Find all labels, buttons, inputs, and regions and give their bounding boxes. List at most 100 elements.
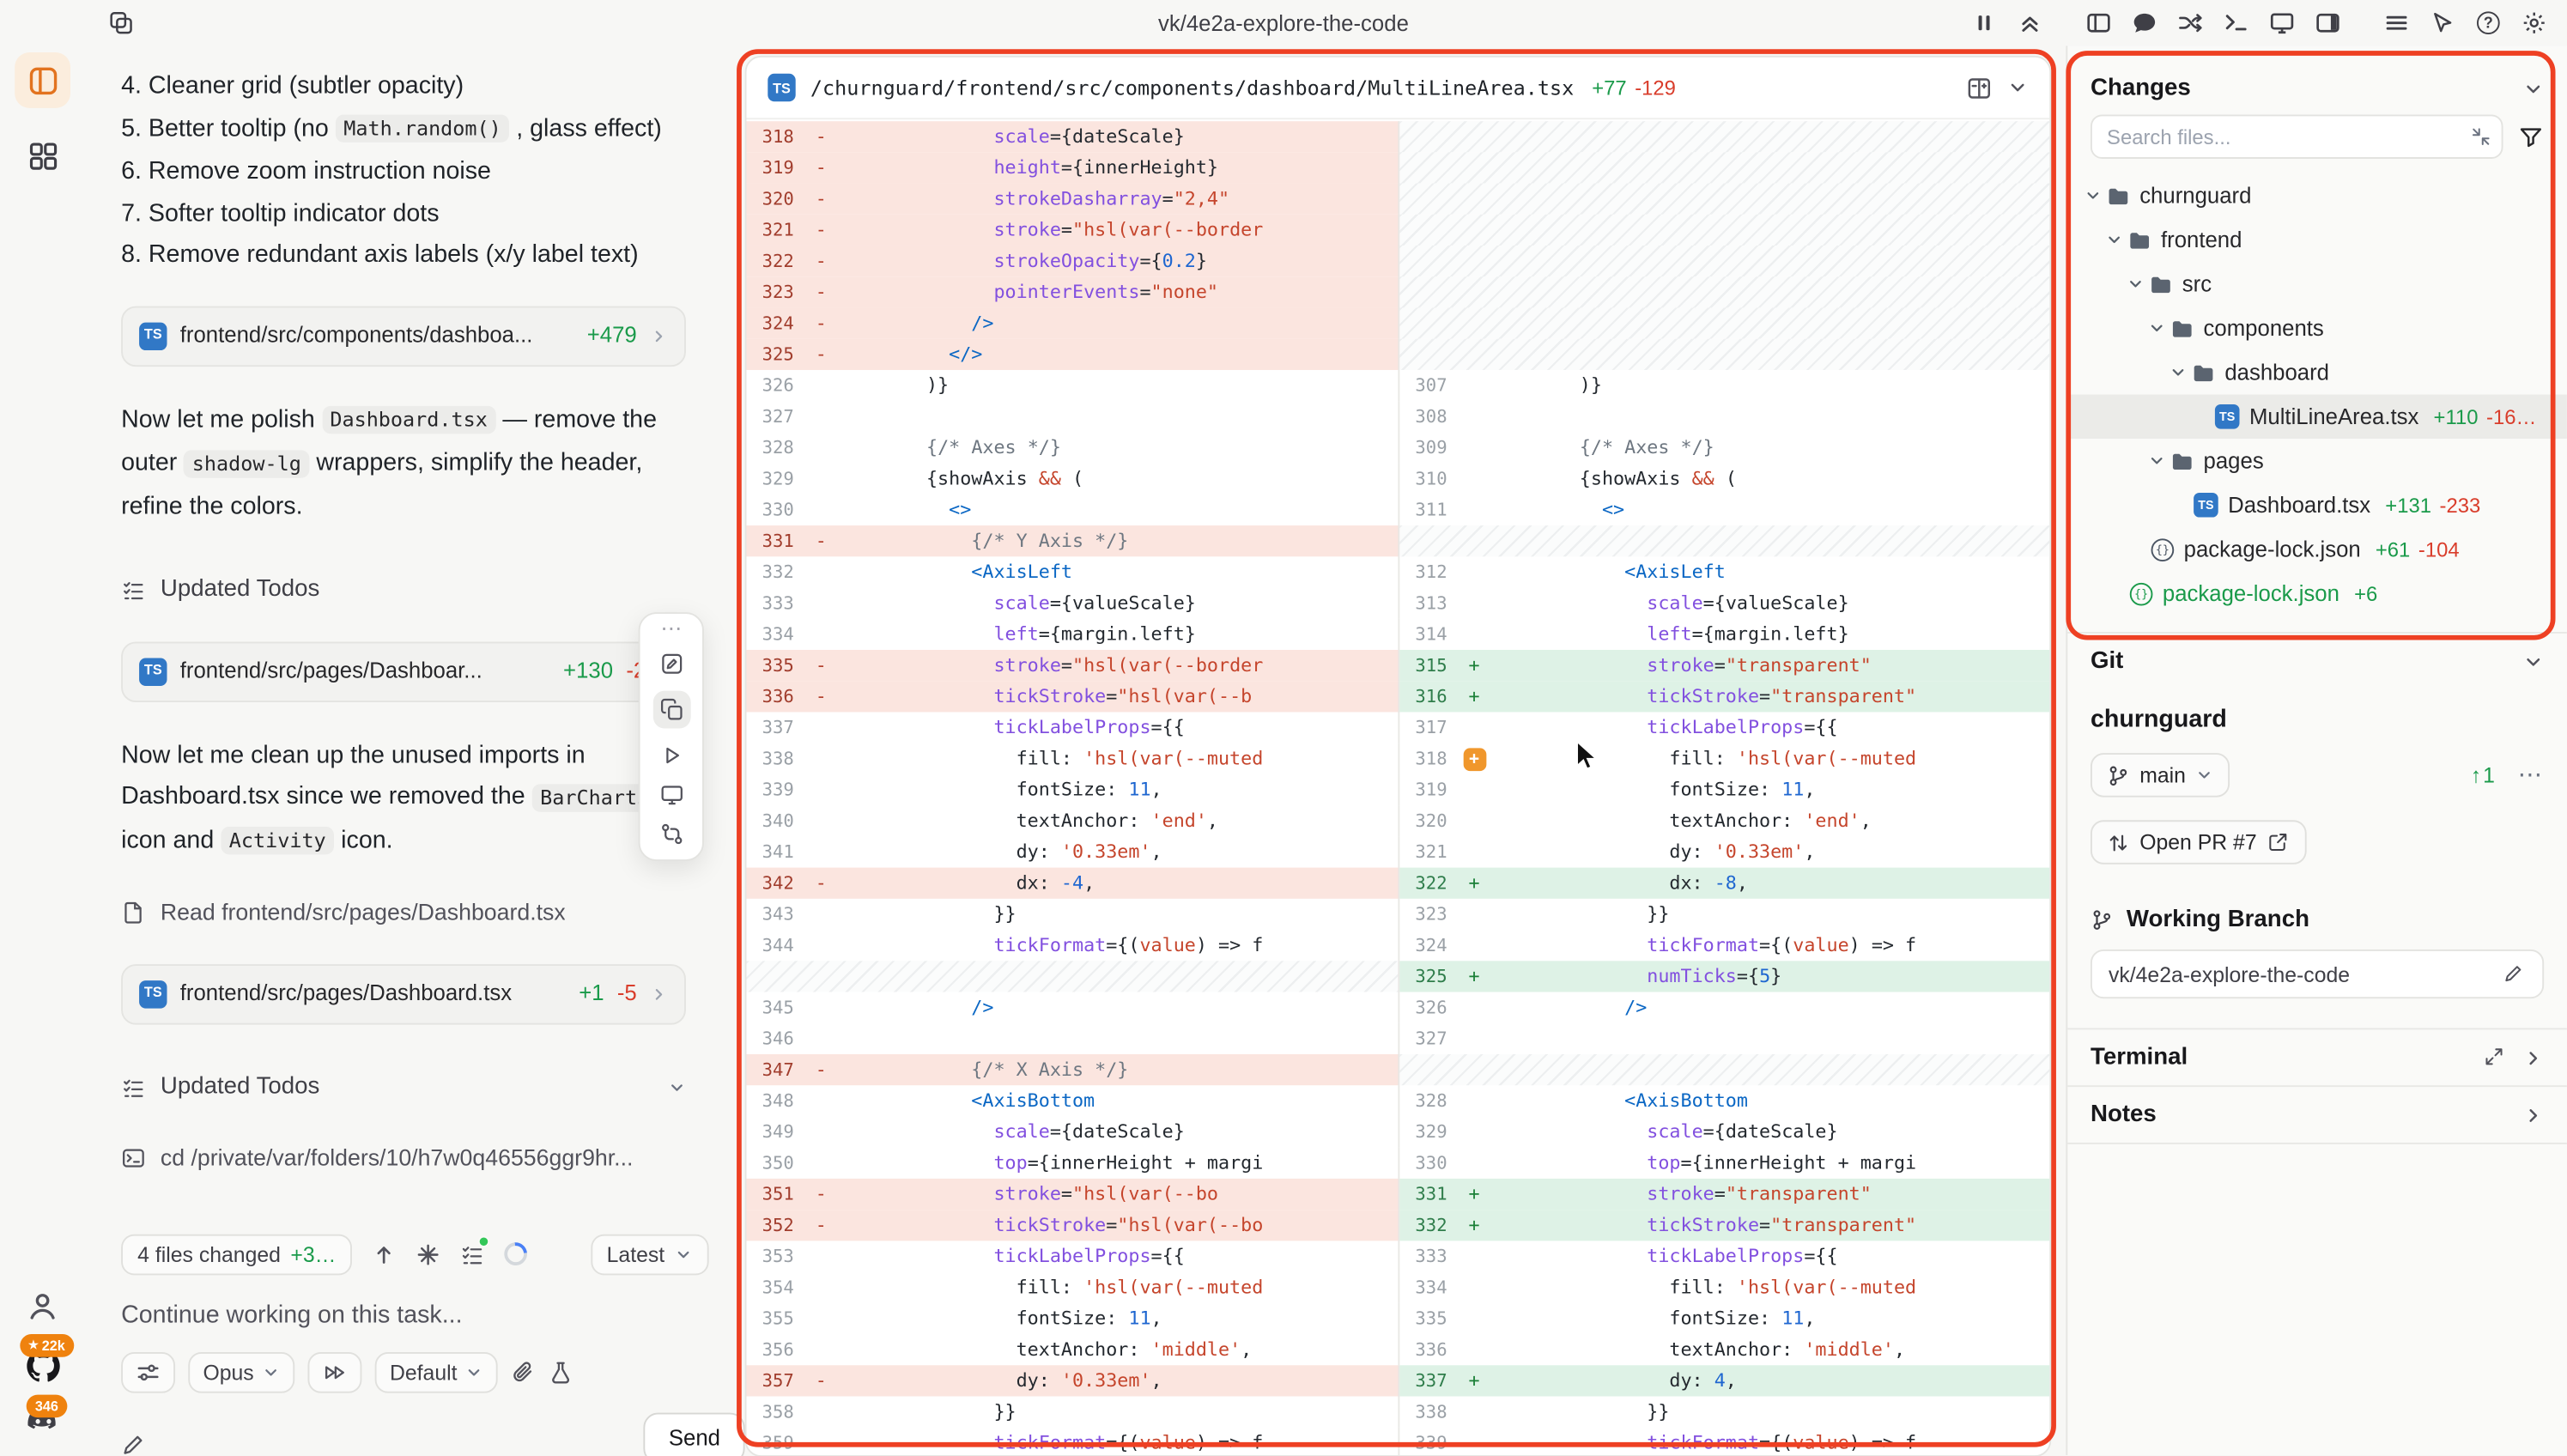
collapse-tree-icon[interactable]: [2470, 126, 2491, 148]
tree-folder-churnguard[interactable]: churnguard: [2067, 173, 2567, 217]
settings-gear-icon[interactable]: [2521, 9, 2547, 36]
tool-action-item[interactable]: cd /private/var/folders/10/h7w0q46556ggr…: [121, 1138, 686, 1180]
shuffle-icon[interactable]: [2177, 9, 2204, 36]
todos-status-icon[interactable]: [460, 1241, 485, 1266]
chevron-right-icon: [650, 326, 668, 344]
code-text: <AxisLeft: [836, 556, 1398, 587]
open-pr-button[interactable]: Open PR #7: [2091, 820, 2306, 864]
expand-icon[interactable]: [2484, 1046, 2507, 1069]
chevron-down-icon[interactable]: [2522, 78, 2544, 100]
discord-link[interactable]: 346: [26, 1410, 60, 1436]
terminal-icon[interactable]: [2223, 9, 2249, 36]
line-number: 321: [1399, 836, 1459, 867]
sparkle-icon[interactable]: [416, 1241, 441, 1266]
filter-funnel-icon[interactable]: [2518, 124, 2545, 150]
model-dropdown[interactable]: Opus: [188, 1352, 294, 1393]
fast-forward-button[interactable]: [308, 1352, 362, 1393]
git-compare-icon[interactable]: [658, 822, 683, 846]
help-icon[interactable]: ?: [2475, 9, 2502, 36]
split-diff-view-icon[interactable]: [1966, 75, 1993, 101]
pen-icon[interactable]: [121, 1432, 146, 1456]
pencil-edit-icon[interactable]: [2503, 962, 2526, 986]
experiments-flask-button[interactable]: [549, 1361, 573, 1386]
scroll-to-top-button[interactable]: [372, 1241, 397, 1266]
chevron-down-icon[interactable]: [2007, 77, 2029, 99]
search-files-input[interactable]: [2091, 114, 2503, 158]
tree-folder-pages[interactable]: pages: [2067, 439, 2567, 482]
tree-folder-frontend[interactable]: frontend: [2067, 218, 2567, 262]
display-icon[interactable]: [658, 782, 683, 807]
play-icon[interactable]: [658, 743, 683, 768]
panel-right-icon[interactable]: [2315, 9, 2341, 36]
diff-marker: [1459, 556, 1490, 587]
composer-input[interactable]: [121, 1301, 709, 1329]
tree-folder-src[interactable]: src: [2067, 262, 2567, 306]
pause-icon[interactable]: [1971, 9, 1998, 36]
diff-line: 325- </>: [747, 339, 1400, 370]
updated-todos-item[interactable]: Updated Todos: [121, 570, 686, 612]
more-options-icon[interactable]: ⋯: [2518, 767, 2545, 783]
diff-line: 315+ stroke="transparent": [1399, 650, 2049, 681]
code-text: dy: '0.33em',: [836, 836, 1398, 867]
chat-bubble-icon[interactable]: [2132, 9, 2158, 36]
git-section-header[interactable]: Git: [2067, 634, 2567, 689]
diff-line: 325+ numTicks={5}: [1399, 961, 2049, 992]
terminal-section-header[interactable]: Terminal: [2067, 1029, 2567, 1085]
file-change-chip[interactable]: TSfrontend/src/components/dashboa...+479: [121, 306, 686, 367]
code-text: />: [836, 992, 1398, 1023]
boards-grid-icon[interactable]: [27, 141, 58, 172]
collapse-up-icon[interactable]: [2017, 9, 2043, 36]
tree-file-package-lock.json[interactable]: {}package-lock.json+61-104: [2067, 527, 2567, 571]
github-link[interactable]: ★22k: [26, 1349, 60, 1383]
tree-folder-dashboard[interactable]: dashboard: [2067, 350, 2567, 394]
code-text: fontSize: 11,: [1490, 774, 2049, 805]
display-icon[interactable]: [2269, 9, 2296, 36]
updated-todos-item[interactable]: Updated Todos: [121, 1066, 686, 1108]
attach-paperclip-button[interactable]: [511, 1361, 536, 1386]
branch-dropdown[interactable]: main: [2091, 753, 2230, 797]
tree-file-MultiLineArea.tsx[interactable]: TSMultiLineArea.tsx+110-16…: [2067, 395, 2567, 439]
line-number: 327: [1399, 1023, 1459, 1054]
file-change-chip[interactable]: TSfrontend/src/pages/Dashboar...+130-2…: [121, 641, 686, 702]
user-account-icon[interactable]: [27, 1290, 59, 1323]
menu-icon[interactable]: [2383, 9, 2410, 36]
tool-action-item[interactable]: Read frontend/src/pages/Dashboard.tsx: [121, 892, 686, 934]
copy-icon[interactable]: [652, 691, 690, 729]
more-options-icon[interactable]: ⋯: [660, 621, 682, 637]
message-hover-toolbar: ⋯: [639, 612, 704, 861]
tree-file-package-lock.json[interactable]: {}package-lock.json+6: [2067, 571, 2567, 615]
edit-icon[interactable]: [658, 652, 683, 676]
lines-added: +1: [579, 973, 604, 1015]
tree-folder-components[interactable]: components: [2067, 306, 2567, 350]
send-button[interactable]: Send: [644, 1413, 744, 1456]
diff-marker: +: [1459, 1210, 1490, 1241]
panel-left-icon[interactable]: [2085, 9, 2112, 36]
code-text: scale={valueScale}: [1490, 588, 2049, 619]
chevron-down-icon[interactable]: [668, 1078, 686, 1096]
chevron-right-icon[interactable]: [2522, 1104, 2544, 1125]
frames-icon[interactable]: [108, 9, 135, 36]
chevron-right-icon[interactable]: [2522, 1046, 2544, 1068]
changes-section-header[interactable]: Changes: [2067, 46, 2567, 111]
line-number: 332: [1399, 1210, 1459, 1241]
line-number: 318: [1399, 743, 1459, 774]
file-change-chip[interactable]: TSfrontend/src/pages/Dashboard.tsx+1-5: [121, 963, 686, 1024]
mode-dropdown[interactable]: Default: [375, 1352, 498, 1393]
commits-ahead[interactable]: ↑1: [2471, 763, 2495, 788]
code-text: textAnchor: 'end',: [836, 805, 1398, 836]
line-number: 346: [747, 1023, 806, 1054]
settings-sliders-button[interactable]: [121, 1352, 175, 1393]
code-text: tickStroke="hsl(var(--b: [836, 681, 1398, 712]
workspace-active-icon[interactable]: [15, 52, 70, 108]
cursor-icon[interactable]: [2430, 9, 2456, 36]
latest-dropdown[interactable]: Latest: [591, 1234, 709, 1275]
code-text: tickFormat={(value) => f: [836, 1428, 1398, 1455]
tree-file-Dashboard.tsx[interactable]: TSDashboard.tsx+131-233: [2067, 483, 2567, 527]
line-number: 350: [747, 1148, 806, 1179]
files-changed-chip[interactable]: 4 files changed +3…: [121, 1234, 352, 1275]
working-branch-field[interactable]: vk/4e2a-explore-the-code: [2091, 949, 2544, 998]
chevron-down-icon[interactable]: [2522, 651, 2544, 672]
notes-section-header[interactable]: Notes: [2067, 1087, 2567, 1143]
diff-marker: +: [1459, 1365, 1490, 1396]
add-comment-button[interactable]: +: [1463, 748, 1486, 771]
